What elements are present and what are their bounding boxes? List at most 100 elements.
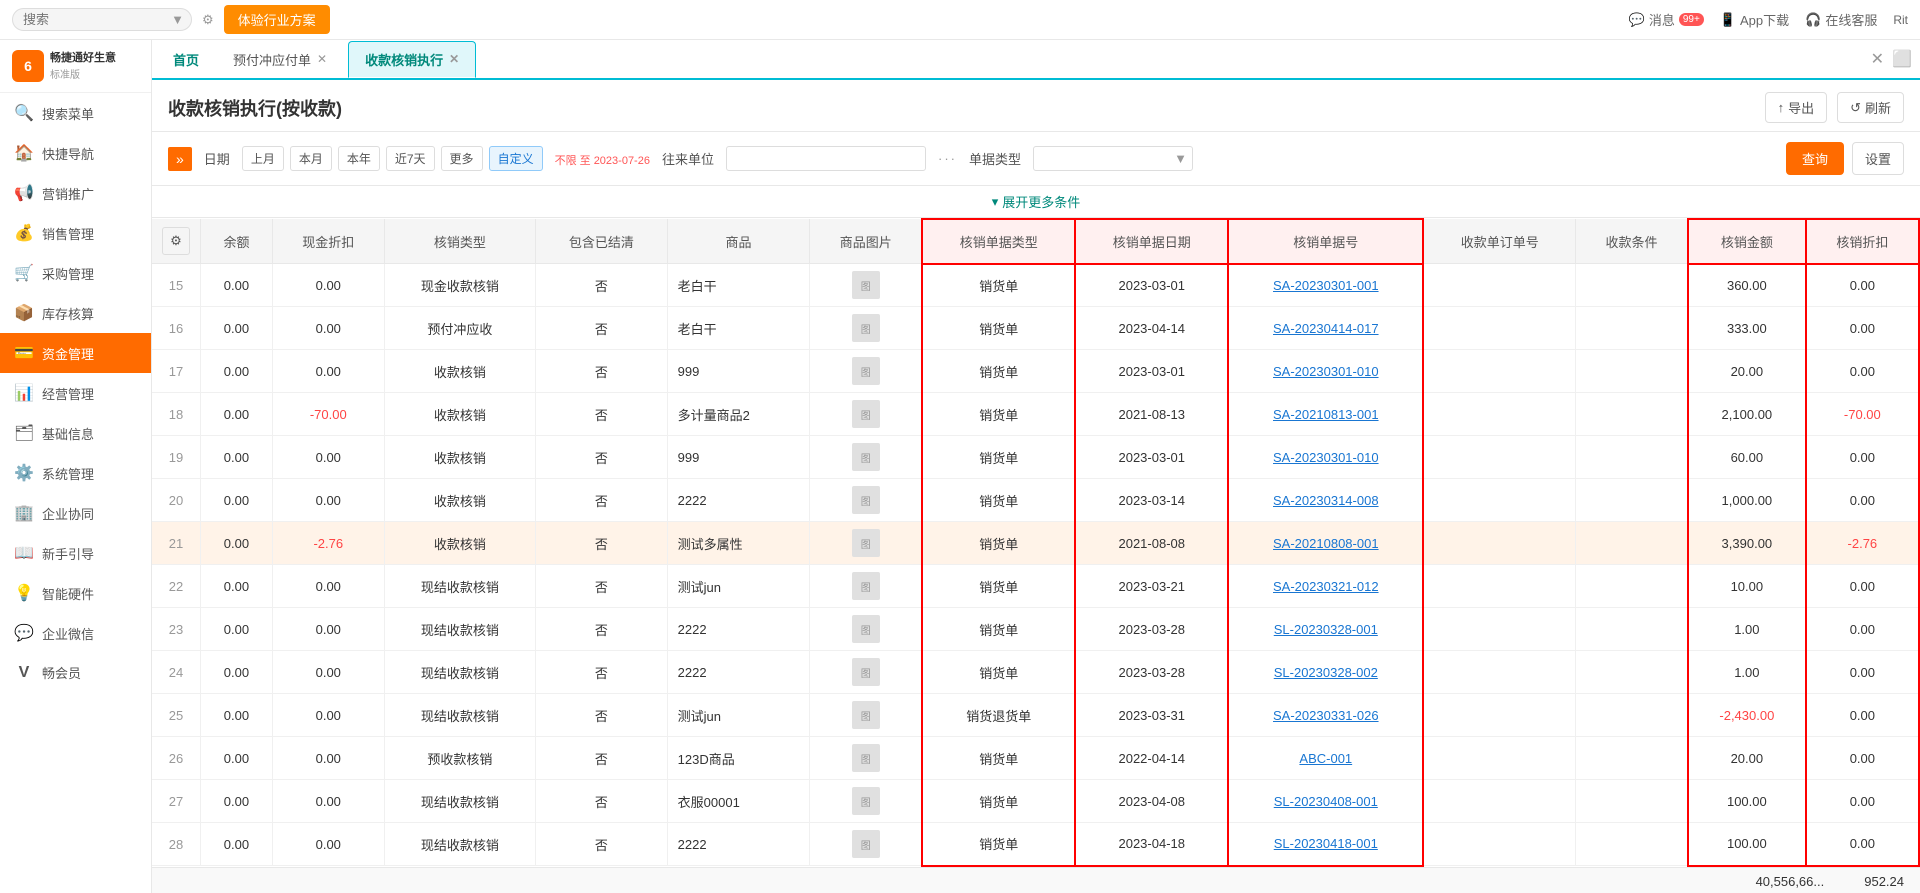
online-service-button[interactable]: 🎧 在线客服 bbox=[1805, 10, 1877, 29]
verify-bill-date-cell: 2023-03-28 bbox=[1075, 651, 1228, 694]
sidebar-item-vip[interactable]: V 畅会员 bbox=[0, 653, 151, 692]
basic-icon: 🗂 bbox=[14, 423, 34, 443]
refresh-button[interactable]: ↺ 刷新 bbox=[1837, 92, 1904, 123]
verify-type-cell: 收款核销 bbox=[384, 436, 535, 479]
bill-no-link[interactable]: SA-20230331-026 bbox=[1273, 708, 1379, 723]
bill-no-link[interactable]: SL-20230418-001 bbox=[1274, 836, 1378, 851]
table-row: 16 0.00 0.00 预付冲应收 否 老白干 图 销货单 2023-04-1… bbox=[152, 307, 1919, 350]
row-num-cell: 20 bbox=[152, 479, 201, 522]
tab-collection-close[interactable]: ✕ bbox=[449, 52, 459, 66]
verify-bill-type-cell: 销货单 bbox=[922, 350, 1075, 393]
sidebar-item-purchase[interactable]: 🛒 采购管理 bbox=[0, 253, 151, 293]
settings-icon[interactable]: ⚙ bbox=[202, 12, 214, 28]
sidebar-label-purchase: 采购管理 bbox=[42, 264, 94, 283]
partner-label: 往来单位 bbox=[662, 149, 714, 168]
product-cell: 老白干 bbox=[667, 307, 810, 350]
industry-solution-button[interactable]: 体验行业方案 bbox=[224, 5, 330, 34]
product-image-cell: 图 bbox=[810, 780, 922, 823]
app-sub: 标准版 bbox=[50, 66, 116, 81]
bill-no-link[interactable]: SA-20210813-001 bbox=[1273, 407, 1379, 422]
table-footer: 40,556,66... 952.24 bbox=[152, 867, 1920, 893]
sidebar-label-search: 搜索菜单 bbox=[42, 104, 94, 123]
last7days-btn[interactable]: 近7天 bbox=[386, 146, 435, 171]
bill-no-link[interactable]: SL-20230328-002 bbox=[1274, 665, 1378, 680]
bill-no-link[interactable]: SL-20230408-001 bbox=[1274, 794, 1378, 809]
sidebar-item-basic[interactable]: 🗂 基础信息 bbox=[0, 413, 151, 453]
col-receipt-condition-header: 收款条件 bbox=[1576, 219, 1688, 264]
bill-no-link[interactable]: SL-20230328-001 bbox=[1274, 622, 1378, 637]
voucher-type-select[interactable] bbox=[1033, 146, 1193, 171]
expand-more-button[interactable]: ▾ 展开更多条件 bbox=[992, 192, 1081, 211]
more-date-btn[interactable]: 更多 bbox=[441, 146, 483, 171]
sidebar-item-inventory[interactable]: 📦 库存核算 bbox=[0, 293, 151, 333]
sidebar-item-funds[interactable]: 💳 资金管理 bbox=[0, 333, 151, 373]
sidebar-label-system: 系统管理 bbox=[42, 464, 94, 483]
this-year-btn[interactable]: 本年 bbox=[338, 146, 380, 171]
receipt-order-no-cell bbox=[1423, 737, 1575, 780]
settings-button[interactable]: 设置 bbox=[1852, 142, 1904, 175]
balance-cell: 0.00 bbox=[201, 436, 273, 479]
verify-amount-cell: 333.00 bbox=[1688, 307, 1806, 350]
tab-collection[interactable]: 收款核销执行 ✕ bbox=[348, 41, 476, 78]
sidebar-item-sales[interactable]: 💰 销售管理 bbox=[0, 213, 151, 253]
cash-discount-cell: -2.76 bbox=[272, 522, 384, 565]
filter-toggle-button[interactable]: » bbox=[168, 147, 192, 171]
tab-prepay[interactable]: 预付冲应付单 ✕ bbox=[216, 41, 344, 78]
custom-date-btn[interactable]: 自定义 bbox=[489, 146, 543, 171]
balance-cell: 0.00 bbox=[201, 350, 273, 393]
sidebar-item-guide[interactable]: 📖 新手引导 bbox=[0, 533, 151, 573]
verify-discount-cell: 0.00 bbox=[1806, 307, 1919, 350]
sidebar-item-enterprise[interactable]: 🏢 企业协同 bbox=[0, 493, 151, 533]
last-month-btn[interactable]: 上月 bbox=[242, 146, 284, 171]
top-search-input[interactable] bbox=[12, 8, 192, 31]
sidebar-item-business[interactable]: 📊 经营管理 bbox=[0, 373, 151, 413]
sidebar-item-system[interactable]: ⚙️ 系统管理 bbox=[0, 453, 151, 493]
column-settings-icon[interactable]: ⚙ bbox=[162, 227, 190, 255]
table-wrap: ⚙ 余额 现金折扣 核销类型 包含已结清 商品 商品图片 核销单据类型 核销单据… bbox=[152, 218, 1920, 893]
this-month-btn[interactable]: 本月 bbox=[290, 146, 332, 171]
bill-no-link[interactable]: SA-20210808-001 bbox=[1273, 536, 1379, 551]
verify-bill-no-cell: ABC-001 bbox=[1228, 737, 1423, 780]
bill-no-link[interactable]: SA-20230301-010 bbox=[1273, 364, 1379, 379]
receipt-order-no-cell bbox=[1423, 393, 1575, 436]
balance-cell: 0.00 bbox=[201, 479, 273, 522]
bill-no-link[interactable]: SA-20230314-008 bbox=[1273, 493, 1379, 508]
verify-discount-total: 952.24 bbox=[1864, 874, 1904, 889]
sidebar-item-wechat[interactable]: 💬 企业微信 bbox=[0, 613, 151, 653]
bill-no-link[interactable]: SA-20230414-017 bbox=[1273, 321, 1379, 336]
bill-no-link[interactable]: SA-20230301-010 bbox=[1273, 450, 1379, 465]
include-settled-cell: 否 bbox=[536, 393, 668, 436]
sidebar-item-hardware[interactable]: 💡 智能硬件 bbox=[0, 573, 151, 613]
tab-home[interactable]: 首页 bbox=[160, 41, 212, 78]
cash-discount-cell: 0.00 bbox=[272, 737, 384, 780]
include-settled-cell: 否 bbox=[536, 737, 668, 780]
product-cell: 测试jun bbox=[667, 565, 810, 608]
receipt-order-no-cell bbox=[1423, 479, 1575, 522]
export-button[interactable]: ↑ 导出 bbox=[1765, 92, 1828, 123]
app-download-button[interactable]: 📱 App下载 bbox=[1720, 10, 1789, 29]
message-button[interactable]: 💬 消息 99+ bbox=[1629, 10, 1704, 29]
verify-amount-cell: 20.00 bbox=[1688, 737, 1806, 780]
verify-bill-no-cell: SA-20230301-001 bbox=[1228, 264, 1423, 307]
expand-tab-icon[interactable]: ⬜ bbox=[1892, 49, 1912, 69]
row-num-cell: 16 bbox=[152, 307, 201, 350]
tab-prepay-close[interactable]: ✕ bbox=[317, 52, 327, 66]
verify-bill-date-cell: 2021-08-13 bbox=[1075, 393, 1228, 436]
sidebar-item-marketing[interactable]: 📢 营销推广 bbox=[0, 173, 151, 213]
query-button[interactable]: 查询 bbox=[1786, 142, 1844, 175]
bill-no-link[interactable]: ABC-001 bbox=[1299, 751, 1352, 766]
table-row: 27 0.00 0.00 现结收款核销 否 衣服00001 图 销货单 2023… bbox=[152, 780, 1919, 823]
verify-type-cell: 收款核销 bbox=[384, 393, 535, 436]
partner-input[interactable] bbox=[726, 146, 926, 171]
verify-type-cell: 现结收款核销 bbox=[384, 565, 535, 608]
bill-no-link[interactable]: SA-20230321-012 bbox=[1273, 579, 1379, 594]
close-tab-icon[interactable]: ✕ bbox=[1871, 49, 1884, 69]
row-num-cell: 28 bbox=[152, 823, 201, 866]
sidebar-item-search[interactable]: 🔍 搜索菜单 bbox=[0, 93, 151, 133]
system-icon: ⚙️ bbox=[14, 463, 34, 483]
bill-no-link[interactable]: SA-20230301-001 bbox=[1273, 278, 1379, 293]
verify-amount-cell: -2,430.00 bbox=[1688, 694, 1806, 737]
verify-bill-no-cell: SA-20230301-010 bbox=[1228, 436, 1423, 479]
verify-bill-type-cell: 销货单 bbox=[922, 307, 1075, 350]
sidebar-item-quicknav[interactable]: 🏠 快捷导航 bbox=[0, 133, 151, 173]
